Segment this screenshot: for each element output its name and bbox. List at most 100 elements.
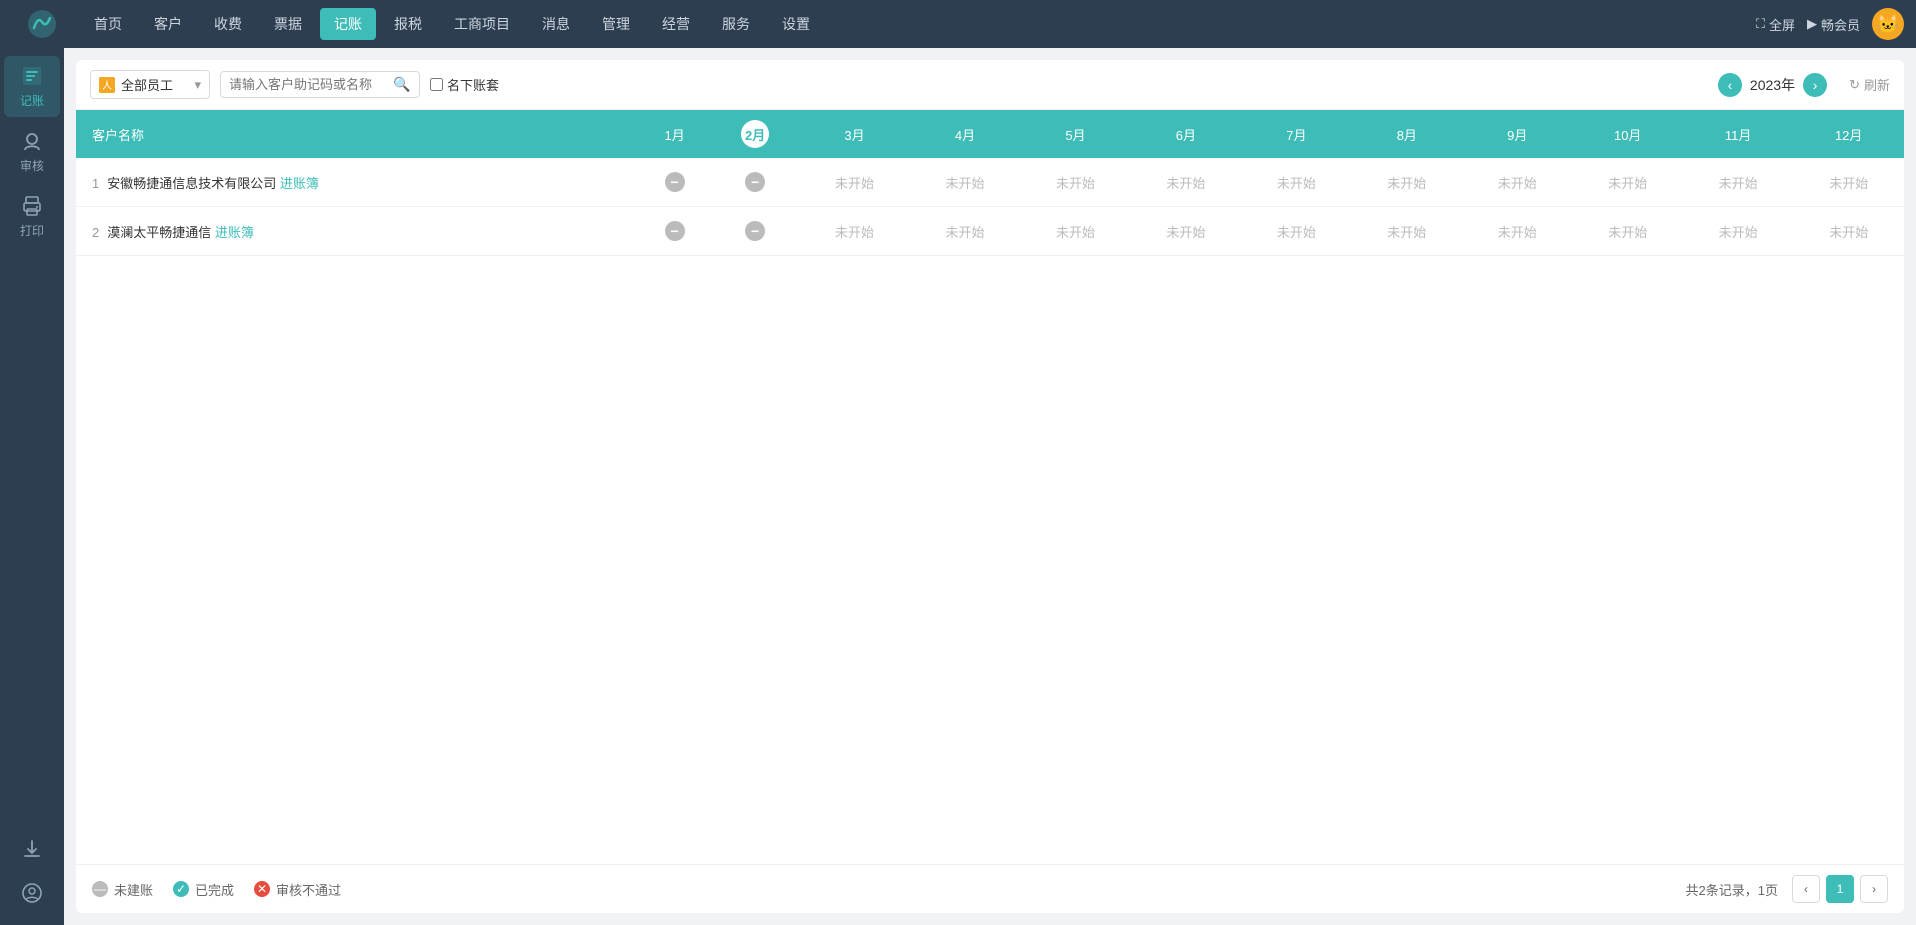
status-not-started-text: 未开始 <box>1277 225 1316 240</box>
download-icon <box>20 837 44 861</box>
status-not-started-text: 未开始 <box>835 225 874 240</box>
sidebar-item-download[interactable] <box>4 829 60 869</box>
sidebar-item-user[interactable] <box>4 873 60 913</box>
row-number: 1 <box>92 176 99 191</box>
main-layout: 记账 审核 打印 <box>0 48 1916 925</box>
toolbar: 人 全部员工 ▾ 🔍 名下账套 ‹ 2023年 › <box>76 60 1904 110</box>
legend-not-started-label: 未建账 <box>114 880 153 899</box>
col-apr: 4月 <box>910 110 1020 158</box>
page-1-button[interactable]: 1 <box>1826 875 1854 903</box>
month-cell: − <box>638 158 711 207</box>
nav-home[interactable]: 首页 <box>80 8 136 40</box>
nav-message[interactable]: 消息 <box>528 8 584 40</box>
month-cell: 未开始 <box>910 158 1020 207</box>
fullscreen-icon: ⛶ <box>1756 16 1765 32</box>
status-not-started-text: 未开始 <box>1608 225 1647 240</box>
legend-not-started: — 未建账 <box>92 880 153 899</box>
status-not-started-text: 未开始 <box>1829 225 1868 240</box>
mine-checkbox-label: 名下账套 <box>447 75 499 94</box>
status-not-started-text: 未开始 <box>1387 225 1426 240</box>
member-button[interactable]: ▶ 畅会员 <box>1807 15 1860 34</box>
main-card: 人 全部员工 ▾ 🔍 名下账套 ‹ 2023年 › <box>76 60 1904 913</box>
top-nav: 首页 客户 收费 票据 记账 报税 工商项目 消息 管理 经营 服务 设置 ⛶ … <box>0 0 1916 48</box>
col-nov: 11月 <box>1683 110 1793 158</box>
table-row: 1安徽畅捷通信息技术有限公司 进账簿−−未开始未开始未开始未开始未开始未开始未开… <box>76 158 1904 207</box>
employee-dropdown-icon: ▾ <box>194 77 201 93</box>
nav-operation[interactable]: 经营 <box>648 8 704 40</box>
nav-service[interactable]: 服务 <box>708 8 764 40</box>
status-not-started-text: 未开始 <box>1608 176 1647 191</box>
nav-client[interactable]: 客户 <box>140 8 196 40</box>
col-oct: 10月 <box>1572 110 1682 158</box>
nav-settings[interactable]: 设置 <box>768 8 824 40</box>
month-cell: − <box>638 207 711 256</box>
employee-select-icon: 人 <box>99 77 115 93</box>
sidebar: 记账 审核 打印 <box>0 48 64 925</box>
next-year-button[interactable]: › <box>1803 73 1827 97</box>
search-icon[interactable]: 🔍 <box>393 76 410 93</box>
month-cell: 未开始 <box>799 158 909 207</box>
col-client-name: 客户名称 <box>76 110 638 158</box>
refresh-icon: ↻ <box>1849 77 1860 93</box>
legend-completed-label: 已完成 <box>195 880 234 899</box>
col-jun: 6月 <box>1131 110 1241 158</box>
mine-checkbox-wrap[interactable]: 名下账套 <box>430 75 499 94</box>
sidebar-review-label: 审核 <box>20 157 44 174</box>
fullscreen-button[interactable]: ⛶ 全屏 <box>1756 15 1795 34</box>
month-cell: 未开始 <box>799 207 909 256</box>
month-cell: 未开始 <box>1020 207 1130 256</box>
refresh-label: 刷新 <box>1864 75 1890 94</box>
month-cell: 未开始 <box>1020 158 1130 207</box>
month-cell: 未开始 <box>1572 207 1682 256</box>
table-wrap: 客户名称 1月 2月 3月 4月 5月 6月 7月 8月 9月 10月 11月 <box>76 110 1904 864</box>
status-not-started-text: 未开始 <box>1277 176 1316 191</box>
legend-completed: ✓ 已完成 <box>173 880 234 899</box>
current-month-badge: 2月 <box>741 120 769 148</box>
fullscreen-label: 全屏 <box>1769 15 1795 34</box>
table-row: 2漠澜太平畅捷通信 进账簿−−未开始未开始未开始未开始未开始未开始未开始未开始未… <box>76 207 1904 256</box>
month-cell: 未开始 <box>1462 207 1572 256</box>
employee-select[interactable]: 人 全部员工 ▾ <box>90 70 210 99</box>
nav-invoice[interactable]: 票据 <box>260 8 316 40</box>
status-not-booked-icon: − <box>665 221 685 241</box>
month-cell: 未开始 <box>1352 158 1462 207</box>
sidebar-item-review[interactable]: 审核 <box>4 121 60 182</box>
nav-bookkeeping[interactable]: 记账 <box>320 8 376 40</box>
nav-fee[interactable]: 收费 <box>200 8 256 40</box>
logo <box>12 8 72 40</box>
col-dec: 12月 <box>1793 110 1904 158</box>
legend-completed-icon: ✓ <box>173 881 189 897</box>
search-input[interactable] <box>229 77 389 92</box>
status-not-started-text: 未开始 <box>945 225 984 240</box>
nav-manage[interactable]: 管理 <box>588 8 644 40</box>
legend-rejected-icon: ✕ <box>254 881 270 897</box>
month-cell: − <box>711 207 799 256</box>
status-not-started-text: 未开始 <box>1166 176 1205 191</box>
next-page-button[interactable]: › <box>1860 875 1888 903</box>
month-cell: 未开始 <box>1683 158 1793 207</box>
prev-year-button[interactable]: ‹ <box>1718 73 1742 97</box>
refresh-button[interactable]: ↻ 刷新 <box>1849 75 1890 94</box>
sidebar-item-print[interactable]: 打印 <box>4 186 60 247</box>
nav-tax[interactable]: 报税 <box>380 8 436 40</box>
col-sep: 9月 <box>1462 110 1572 158</box>
enter-ledger-link[interactable]: 进账簿 <box>280 176 319 191</box>
status-not-started-text: 未开始 <box>1056 176 1095 191</box>
nav-business[interactable]: 工商项目 <box>440 8 524 40</box>
status-not-started-text: 未开始 <box>1498 225 1537 240</box>
month-cell: 未开始 <box>1241 158 1351 207</box>
content-area: 人 全部员工 ▾ 🔍 名下账套 ‹ 2023年 › <box>64 48 1916 925</box>
avatar[interactable]: 🐱 <box>1872 8 1904 40</box>
month-cell: 未开始 <box>1131 158 1241 207</box>
legend-rejected: ✕ 审核不通过 <box>254 880 341 899</box>
sidebar-bookkeeping-label: 记账 <box>20 92 44 109</box>
sidebar-item-bookkeeping[interactable]: 记账 <box>4 56 60 117</box>
prev-page-button[interactable]: ‹ <box>1792 875 1820 903</box>
review-icon <box>20 129 44 153</box>
sidebar-bottom <box>4 829 60 917</box>
status-not-started-text: 未开始 <box>1719 225 1758 240</box>
month-cell: 未开始 <box>1793 207 1904 256</box>
mine-checkbox[interactable] <box>430 78 443 91</box>
year-nav: ‹ 2023年 › <box>1718 73 1827 97</box>
enter-ledger-link[interactable]: 进账簿 <box>215 225 254 240</box>
